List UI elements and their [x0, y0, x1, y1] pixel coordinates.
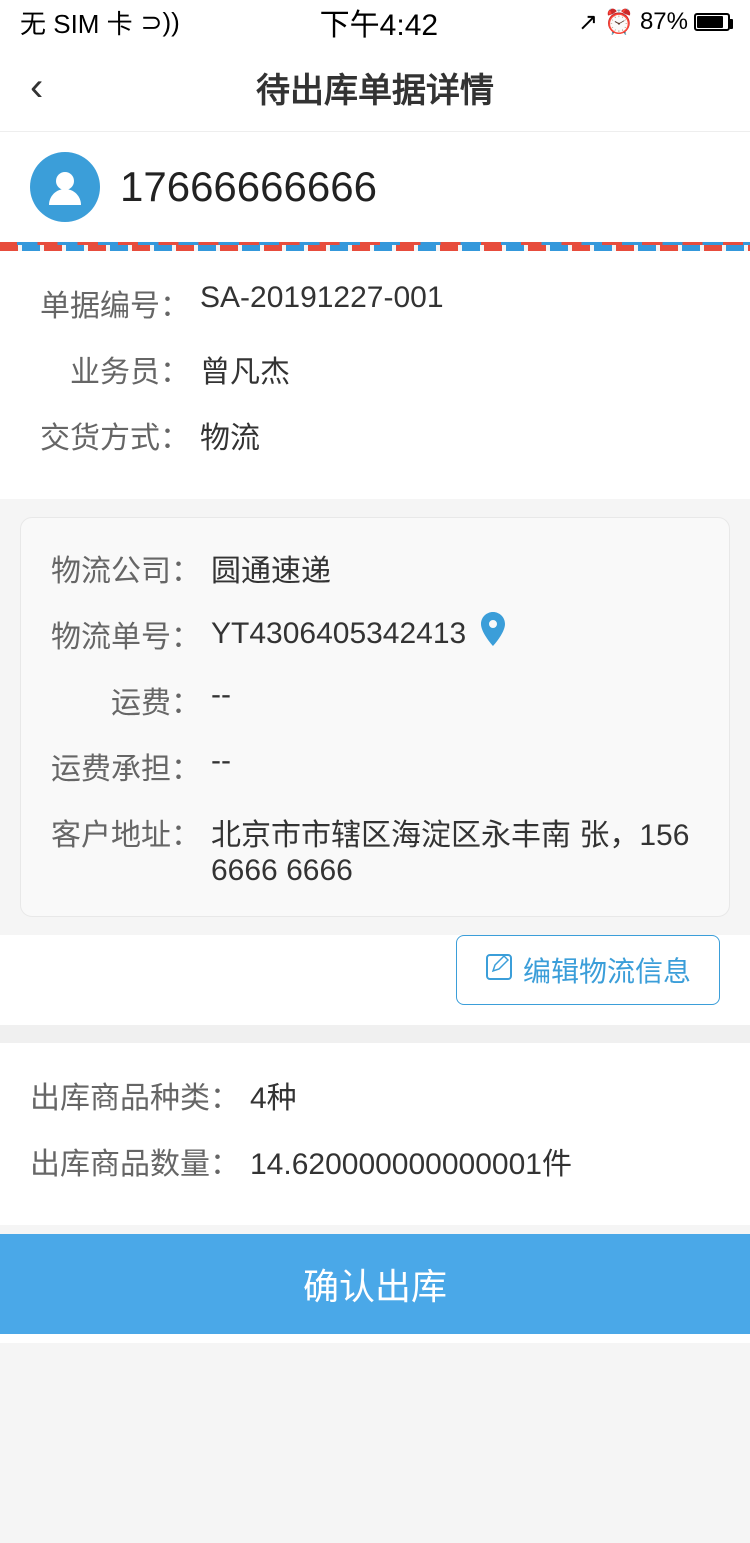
freight-bearer-row: 运费承担： -- [41, 744, 709, 788]
goods-section: 出库商品种类： 4种 出库商品数量： 14.620000000000001件 [0, 1043, 750, 1225]
carrier-text: 无 SIM 卡 [20, 4, 133, 41]
status-time: 下午4:42 [320, 0, 438, 44]
address-value: 北京市市辖区海淀区永丰南 张，156 6666 6666 [211, 810, 709, 888]
sales-person-value: 曾凡杰 [200, 347, 720, 391]
doc-number-row: 单据编号： SA-20191227-001 [30, 281, 720, 325]
customer-phone: 17666666666 [120, 163, 377, 211]
delivery-method-value: 物流 [200, 413, 720, 457]
goods-type-row: 出库商品种类： 4种 [30, 1073, 720, 1117]
logistics-tracking-value: YT43064053424​13 [211, 612, 709, 655]
wifi-icon: ⊃)) [141, 7, 180, 38]
address-label: 客户地址： [41, 810, 201, 854]
doc-number-value: SA-20191227-001 [200, 281, 720, 315]
document-info-section: 单据编号： SA-20191227-001 业务员： 曾凡杰 交货方式： 物流 [0, 251, 750, 499]
logistics-company-value: 圆通速递 [211, 546, 709, 590]
avatar [30, 152, 100, 222]
back-button[interactable]: ‹ [30, 65, 43, 110]
status-right: ↗ ⏰ 87% [578, 8, 730, 37]
edit-icon [485, 953, 513, 988]
status-left: 无 SIM 卡 ⊃)) [20, 4, 180, 41]
battery-icon [694, 13, 730, 31]
doc-number-label: 单据编号： [30, 281, 190, 325]
edit-btn-row: 编辑物流信息 [0, 935, 750, 1025]
tracking-location-icon[interactable] [478, 612, 508, 655]
section-divider [0, 1025, 750, 1043]
logistics-card: 物流公司： 圆通速递 物流单号： YT43064053424​13 运费： --… [20, 517, 730, 917]
address-row: 客户地址： 北京市市辖区海淀区永丰南 张，156 6666 6666 [41, 810, 709, 888]
logistics-company-label: 物流公司： [41, 546, 201, 590]
logistics-tracking-row: 物流单号： YT43064053424​13 [41, 612, 709, 656]
delivery-method-row: 交货方式： 物流 [30, 413, 720, 457]
customer-header: 17666666666 [0, 132, 750, 245]
edit-logistics-label: 编辑物流信息 [523, 950, 691, 990]
freight-row: 运费： -- [41, 678, 709, 722]
sales-person-row: 业务员： 曾凡杰 [30, 347, 720, 391]
nav-bar: ‹ 待出库单据详情 [0, 44, 750, 132]
edit-logistics-button[interactable]: 编辑物流信息 [456, 935, 720, 1005]
sales-person-label: 业务员： [30, 347, 190, 391]
goods-quantity-value: 14.620000000000001件 [250, 1139, 720, 1183]
delivery-method-label: 交货方式： [30, 413, 190, 457]
freight-bearer-value: -- [211, 744, 709, 778]
goods-quantity-label: 出库商品数量： [30, 1139, 240, 1183]
confirm-button[interactable]: 确认出库 [0, 1234, 750, 1334]
page-title: 待出库单据详情 [256, 63, 494, 112]
logistics-tracking-label: 物流单号： [41, 612, 201, 656]
freight-label: 运费： [41, 678, 201, 722]
bottom-fill [0, 1343, 750, 1543]
battery-text: 87% [640, 8, 688, 36]
goods-type-value: 4种 [250, 1073, 720, 1117]
logistics-company-row: 物流公司： 圆通速递 [41, 546, 709, 590]
freight-bearer-label: 运费承担： [41, 744, 201, 788]
status-bar: 无 SIM 卡 ⊃)) 下午4:42 ↗ ⏰ 87% [0, 0, 750, 44]
goods-type-label: 出库商品种类： [30, 1073, 240, 1117]
location-status-icon: ↗ [578, 8, 598, 37]
freight-value: -- [211, 678, 709, 712]
alarm-icon: ⏰ [604, 8, 634, 37]
goods-quantity-row: 出库商品数量： 14.620000000000001件 [30, 1139, 720, 1183]
